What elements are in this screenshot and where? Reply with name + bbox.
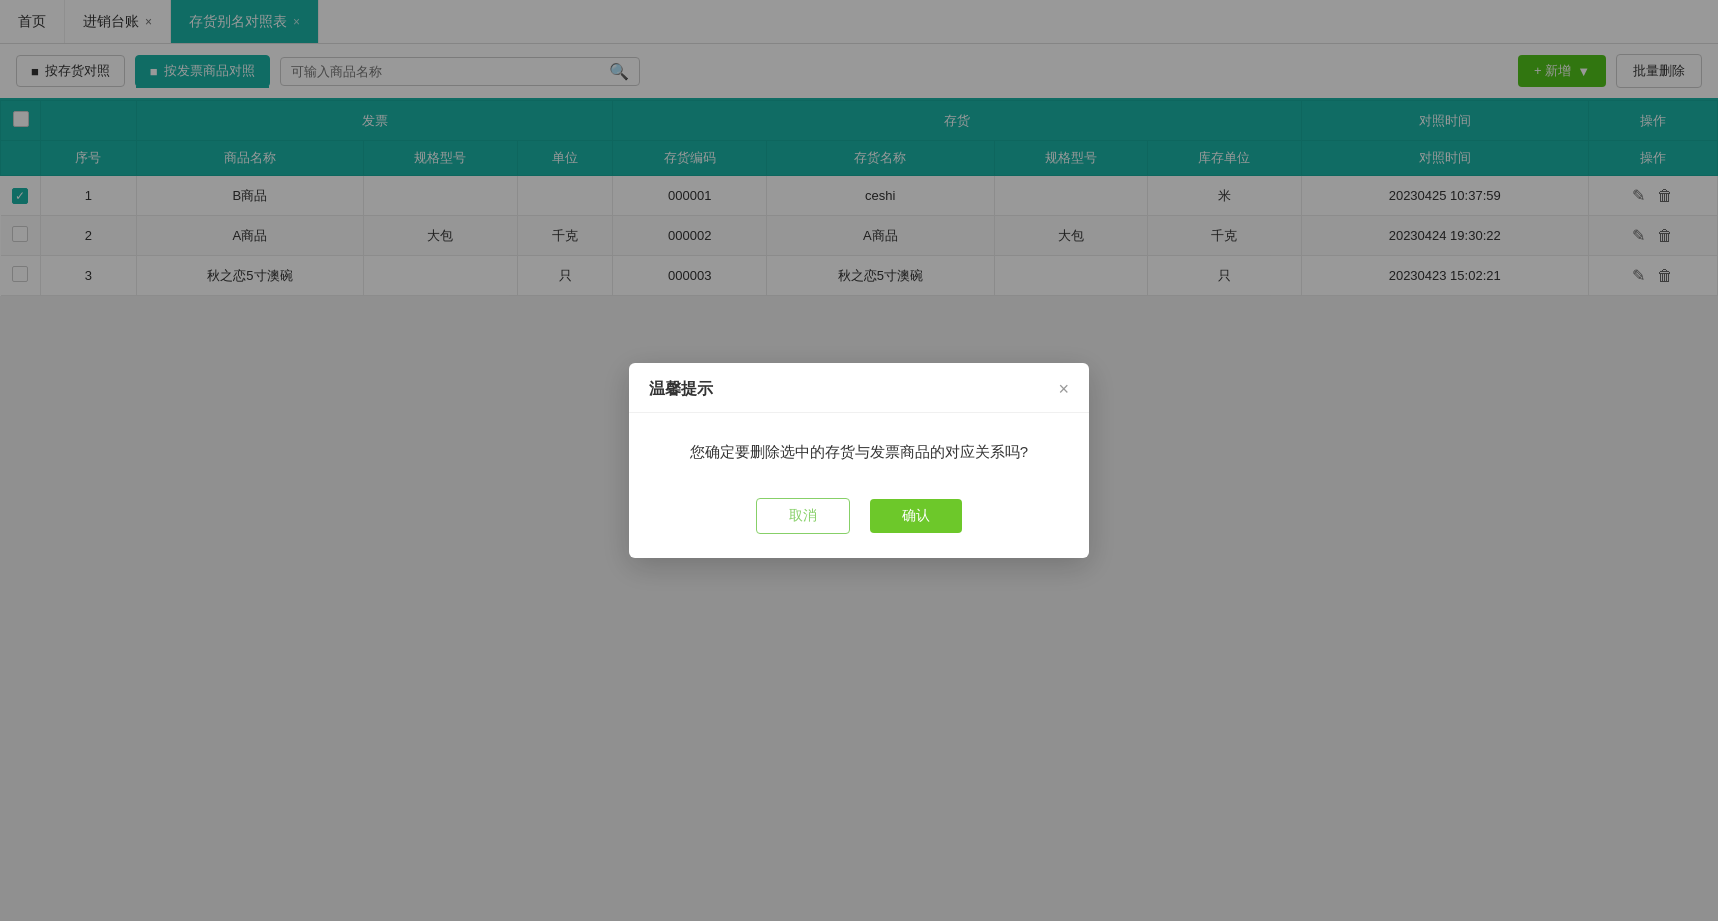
overlay: 温馨提示 × 您确定要删除选中的存货与发票商品的对应关系吗? 取消 确认: [0, 0, 1718, 296]
